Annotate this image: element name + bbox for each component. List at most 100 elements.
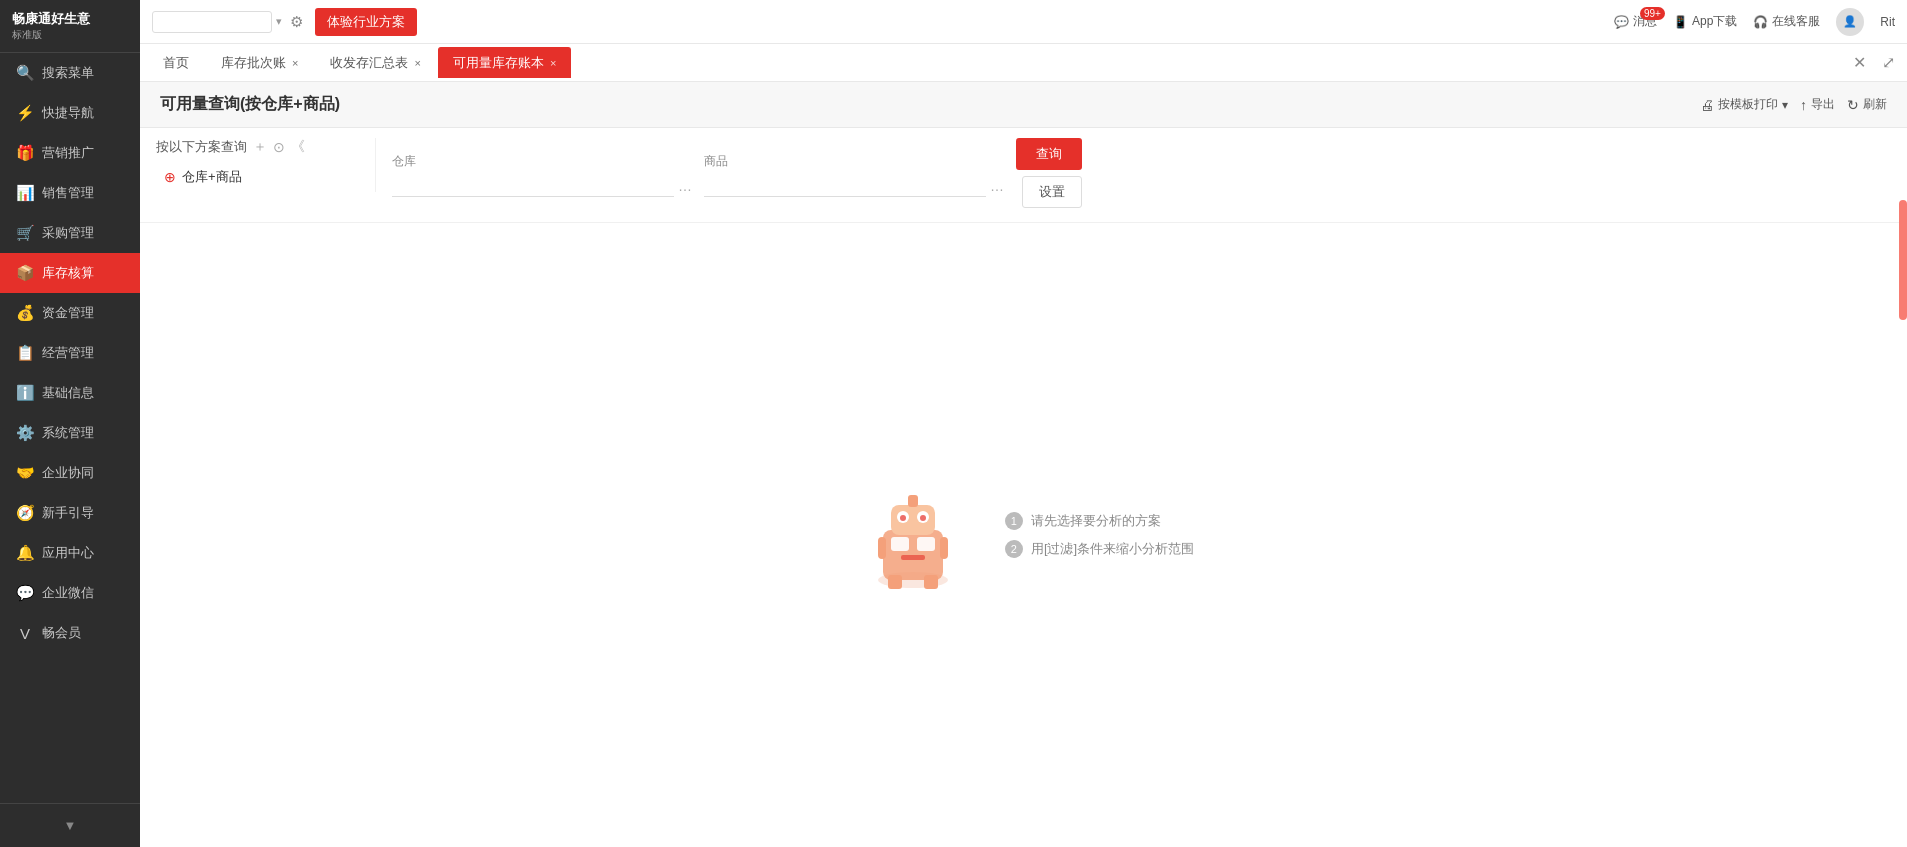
tab-label-0: 首页 [163, 54, 189, 72]
sidebar-label-3: 销售管理 [42, 184, 94, 202]
sidebar-item-1[interactable]: ⚡快捷导航 [0, 93, 140, 133]
sidebar-item-0[interactable]: 🔍搜索菜单 [0, 53, 140, 93]
tip-text-2: 用[过滤]条件来缩小分析范围 [1031, 540, 1194, 558]
tip-item-1: 1 请先选择要分析的方案 [1005, 512, 1194, 530]
filter-left: 按以下方案查询 ＋ ⊙ 《 ⊕ 仓库+商品 [156, 138, 376, 192]
close-tab-btn[interactable]: ✕ [1849, 53, 1870, 72]
print-label: 按模板打印 [1718, 96, 1778, 113]
sidebar-item-5[interactable]: 📦库存核算 [0, 253, 140, 293]
sidebar-label-11: 新手引导 [42, 504, 94, 522]
headset-icon: 🎧 [1753, 15, 1768, 29]
online-service-btn[interactable]: 🎧 在线客服 [1753, 13, 1820, 30]
add-scheme-btn[interactable]: ＋ [253, 138, 267, 156]
collapse-scheme-btn[interactable]: 《 [291, 138, 305, 156]
svg-rect-8 [924, 575, 938, 589]
warehouse-filter-field: 仓库 … [392, 153, 692, 197]
sidebar-item-3[interactable]: 📊销售管理 [0, 173, 140, 213]
sidebar-icon-12: 🔔 [16, 544, 34, 562]
gear-icon[interactable]: ⚙ [290, 13, 303, 31]
scrollbar-right[interactable] [1899, 200, 1907, 320]
tab-label-3: 可用量库存账本 [453, 54, 544, 72]
sidebar-icon-9: ⚙️ [16, 424, 34, 442]
warehouse-label: 仓库 [392, 153, 692, 170]
svg-rect-2 [891, 537, 909, 551]
refresh-label: 刷新 [1863, 96, 1887, 113]
sidebar-label-13: 企业微信 [42, 584, 94, 602]
app-download-btn[interactable]: 📱 App下载 [1673, 13, 1737, 30]
sidebar-item-4[interactable]: 🛒 采购管理 [0, 213, 140, 253]
tip-num-2: 2 [1005, 540, 1023, 558]
sidebar-icon-4: 🛒 [16, 224, 34, 242]
edit-scheme-btn[interactable]: ⊙ [273, 139, 285, 155]
product-input[interactable] [704, 174, 986, 197]
username[interactable]: Rit [1880, 15, 1895, 29]
sidebar-label-4: 采购管理 [42, 224, 94, 242]
warehouse-input[interactable] [392, 174, 674, 197]
phone-icon: 📱 [1673, 15, 1688, 29]
search-input[interactable] [152, 11, 272, 33]
tabs-right: ✕ ⤢ [1849, 53, 1899, 72]
notification-btn[interactable]: 💬 消息 99+ [1614, 13, 1657, 30]
tip-num-1: 1 [1005, 512, 1023, 530]
tab-close-2[interactable]: × [414, 57, 420, 69]
sidebar-bottom: ▼ [0, 803, 140, 847]
print-btn[interactable]: 🖨 按模板打印 ▾ [1700, 96, 1788, 113]
refresh-btn[interactable]: ↻ 刷新 [1847, 96, 1887, 113]
sidebar-item-14[interactable]: V畅会员 [0, 613, 140, 653]
sidebar-label-1: 快捷导航 [42, 104, 94, 122]
sidebar-item-7[interactable]: 📋经营管理 [0, 333, 140, 373]
tab-item-2[interactable]: 收发存汇总表 × [315, 47, 435, 78]
tab-label-2: 收发存汇总表 [330, 54, 408, 72]
filter-panel: 按以下方案查询 ＋ ⊙ 《 ⊕ 仓库+商品 仓库 … [140, 128, 1907, 223]
sidebar-item-9[interactable]: ⚙️ 系统管理 [0, 413, 140, 453]
sidebar-icon-14: V [16, 625, 34, 642]
sidebar-label-8: 基础信息 [42, 384, 94, 402]
query-btn[interactable]: 查询 [1016, 138, 1082, 170]
filter-right: 仓库 … 商品 … 查询 设置 [392, 138, 1891, 212]
tab-close-1[interactable]: × [292, 57, 298, 69]
sidebar-item-12[interactable]: 🔔应用中心 [0, 533, 140, 573]
scheme-item-warehouse-product[interactable]: ⊕ 仓库+商品 [156, 162, 363, 192]
sidebar-scroll: 🔍搜索菜单⚡快捷导航 🎁 营销推广 📊销售管理 🛒 采购管理 📦库存核算💰资金管理📋经营管理… [0, 53, 140, 803]
product-filter-field: 商品 … [704, 153, 1004, 197]
sidebar-icon-2: 🎁 [16, 144, 34, 162]
sidebar: 畅康通好生意 标准版 🔍搜索菜单⚡快捷导航🎁营销推广📊销售管理🛒采购管理📦库存核… [0, 0, 140, 847]
sidebar-scroll-down[interactable]: ▼ [0, 812, 140, 839]
svg-rect-10 [908, 495, 918, 507]
tab-item-3[interactable]: 可用量库存账本 × [438, 47, 571, 78]
app-download-label: App下载 [1692, 13, 1737, 30]
notification-badge: 99+ [1640, 7, 1665, 20]
sidebar-label-9: 系统管理 [42, 424, 94, 442]
export-btn[interactable]: ↑ 导出 [1800, 96, 1835, 113]
sidebar-item-10[interactable]: 🤝企业协同 [0, 453, 140, 493]
sidebar-label-2: 营销推广 [42, 144, 94, 162]
trial-btn[interactable]: 体验行业方案 [315, 8, 417, 36]
warehouse-input-row: … [392, 174, 692, 197]
svg-point-14 [920, 515, 926, 521]
tab-item-0[interactable]: 首页 [148, 47, 204, 78]
settings-btn[interactable]: 设置 [1022, 176, 1082, 208]
sidebar-item-6[interactable]: 💰资金管理 [0, 293, 140, 333]
print-dropdown-arrow[interactable]: ▾ [1782, 98, 1788, 112]
tip-text-1: 请先选择要分析的方案 [1031, 512, 1161, 530]
empty-illustration [853, 475, 973, 595]
sidebar-item-8[interactable]: ℹ️基础信息 [0, 373, 140, 413]
sidebar-item-11[interactable]: 🧭新手引导 [0, 493, 140, 533]
sidebar-icon-7: 📋 [16, 344, 34, 362]
tab-item-1[interactable]: 库存批次账× [206, 47, 313, 78]
sidebar-item-2[interactable]: 🎁 营销推广 [0, 133, 140, 173]
expand-tab-btn[interactable]: ⤢ [1878, 53, 1899, 72]
search-dropdown-arrow[interactable]: ▾ [276, 15, 282, 28]
warehouse-more-btn[interactable]: … [678, 178, 692, 194]
sidebar-item-13[interactable]: 💬 企业微信 [0, 573, 140, 613]
product-more-btn[interactable]: … [990, 178, 1004, 194]
user-avatar[interactable]: 👤 [1836, 8, 1864, 36]
tab-close-3[interactable]: × [550, 57, 556, 69]
product-input-row: … [704, 174, 1004, 197]
svg-rect-7 [888, 575, 902, 589]
svg-point-13 [900, 515, 906, 521]
sidebar-icon-13: 💬 [16, 584, 34, 602]
sidebar-icon-10: 🤝 [16, 464, 34, 482]
topbar: ▾ ⚙ 体验行业方案 💬 消息 99+ 📱 App下载 🎧 在线客服 👤 Rit [140, 0, 1907, 44]
filter-actions: 查询 设置 [1016, 138, 1082, 210]
